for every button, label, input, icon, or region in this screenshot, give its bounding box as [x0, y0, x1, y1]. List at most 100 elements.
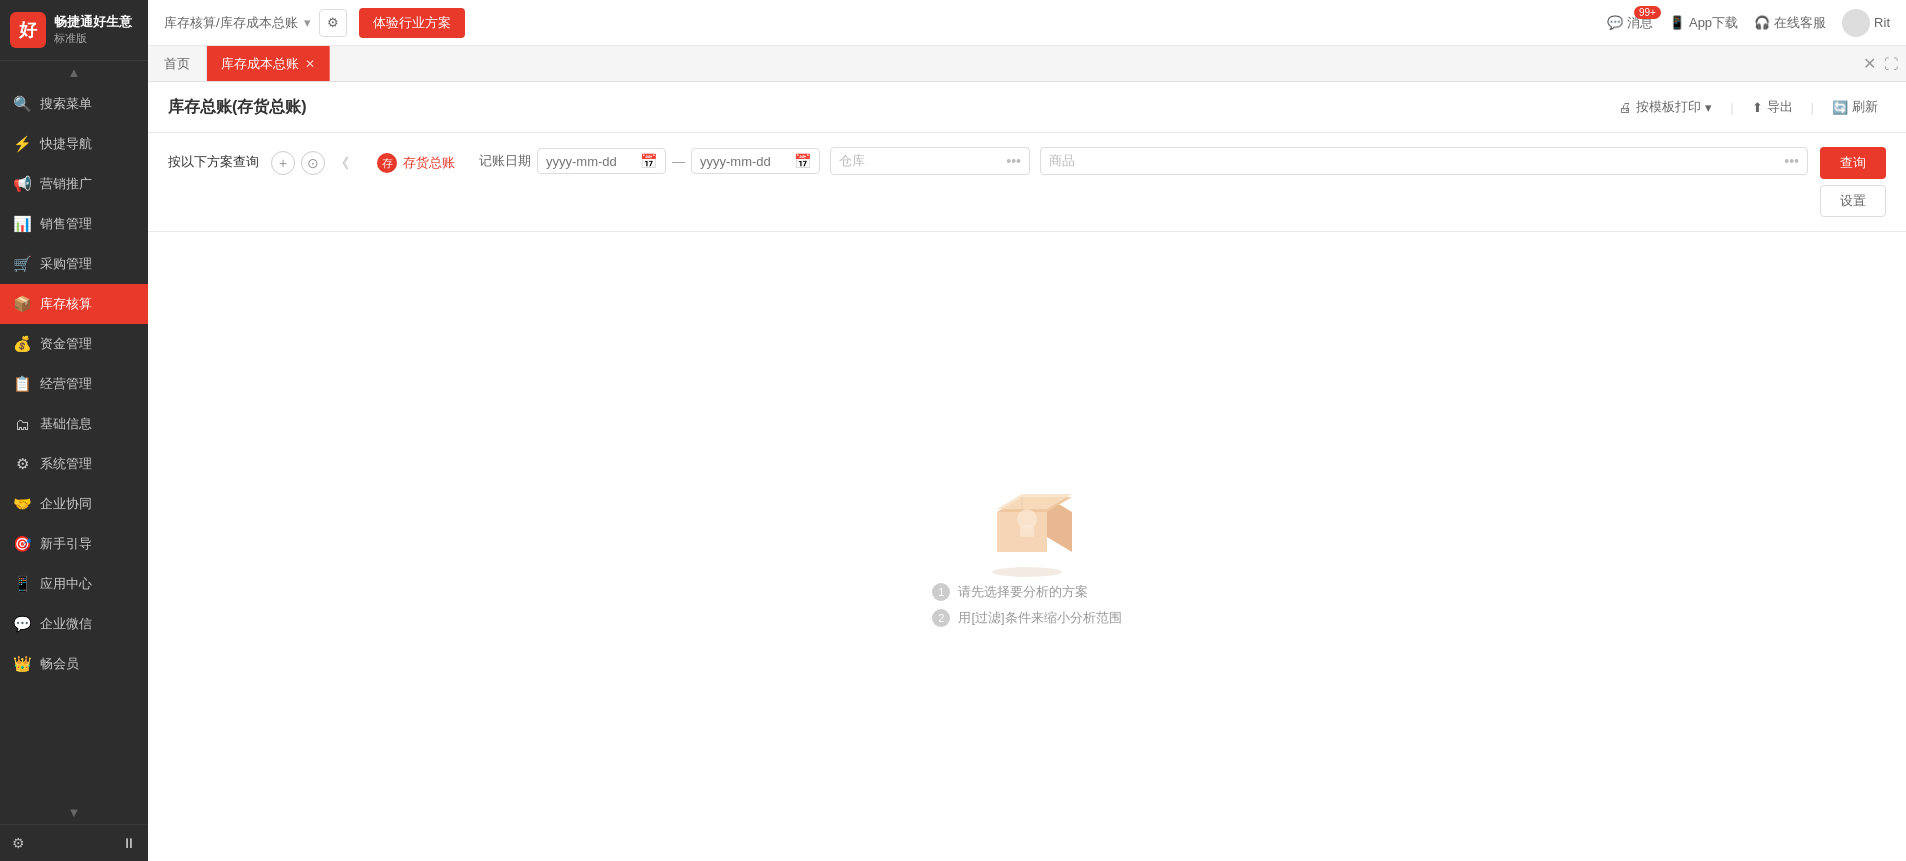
breadcrumb-dropdown-icon[interactable]: ▾	[304, 15, 311, 30]
date-end-field[interactable]	[700, 154, 790, 169]
wechat-icon: 💬	[12, 615, 32, 633]
flash-icon: ⚡	[12, 135, 32, 153]
sidebar-item-shortcut[interactable]: ⚡ 快捷导航	[0, 124, 148, 164]
username-label: Rit	[1874, 15, 1890, 30]
sidebar-item-marketing[interactable]: 📢 营销推广	[0, 164, 148, 204]
filter-add-btn[interactable]: +	[271, 151, 295, 175]
headset-icon: 🎧	[1754, 15, 1770, 30]
product-placeholder: 商品	[1049, 152, 1780, 170]
message-btn[interactable]: 💬 消息 99+	[1607, 14, 1653, 32]
search-icon: 🔍	[12, 95, 32, 113]
crown-icon: 👑	[12, 655, 32, 673]
sidebar-item-enterprise[interactable]: 🤝 企业协同	[0, 484, 148, 524]
sidebar-item-member[interactable]: 👑 畅会员	[0, 644, 148, 684]
settings-btn[interactable]: 设置	[1820, 185, 1886, 217]
warehouse-more-icon[interactable]: •••	[1006, 153, 1021, 169]
scheme-item[interactable]: 存 存货总账	[365, 147, 467, 179]
data-area: 1 请先选择要分析的方案 2 用[过滤]条件来缩小分析范围	[148, 232, 1906, 861]
tab-label: 库存成本总账	[221, 55, 299, 73]
header-settings-btn[interactable]: ⚙	[319, 9, 347, 37]
avatar	[1842, 9, 1870, 37]
sidebar-item-sales[interactable]: 📊 销售管理	[0, 204, 148, 244]
date-start-input[interactable]: 📅	[537, 148, 666, 174]
sidebar: 好 畅捷通好生意 标准版 ▲ 🔍 搜索菜单 ⚡ 快捷导航 📢 营销推广 📊 销售…	[0, 0, 148, 861]
app-edition: 标准版	[54, 31, 132, 45]
industry-btn[interactable]: 体验行业方案	[359, 8, 465, 38]
handshake-icon: 🤝	[12, 495, 32, 513]
svg-point-0	[992, 567, 1062, 577]
refresh-btn[interactable]: 🔄 刷新	[1824, 94, 1886, 120]
sidebar-audio-btn[interactable]: ⏸	[122, 835, 136, 851]
calendar-start-icon[interactable]: 📅	[640, 153, 657, 169]
scheme-icon: 存	[377, 153, 397, 173]
cart-icon: 🛒	[12, 255, 32, 273]
hint-1: 1 请先选择要分析的方案	[932, 583, 1121, 601]
box-svg	[977, 467, 1077, 577]
tab-close-btn[interactable]: ✕	[305, 57, 315, 71]
empty-hints: 1 请先选择要分析的方案 2 用[过滤]条件来缩小分析范围	[932, 583, 1121, 627]
sidebar-nav: 🔍 搜索菜单 ⚡ 快捷导航 📢 营销推广 📊 销售管理 🛒 采购管理 📦 库存核…	[0, 84, 148, 801]
hint-num-1: 1	[932, 583, 950, 601]
action-sep-2: |	[1811, 100, 1814, 115]
scheme-label: 存货总账	[403, 154, 455, 172]
query-btn[interactable]: 查询	[1820, 147, 1886, 179]
sidebar-item-operation[interactable]: 📋 经营管理	[0, 364, 148, 404]
settings-icon: ⚙	[327, 15, 339, 30]
top-header: 库存核算/库存成本总账 ▾ ⚙ 体验行业方案 💬 消息 99+ 📱 App下载 …	[148, 0, 1906, 46]
filter-collapse-btn[interactable]: 《	[331, 151, 353, 173]
clipboard-icon: 📋	[12, 375, 32, 393]
tab-bar: 首页 库存成本总账 ✕ ✕ ⛶	[148, 46, 1906, 82]
sidebar-item-purchase[interactable]: 🛒 采购管理	[0, 244, 148, 284]
header-left: 库存核算/库存成本总账 ▾ ⚙ 体验行业方案	[164, 8, 1607, 38]
sidebar-item-search[interactable]: 🔍 搜索菜单	[0, 84, 148, 124]
sidebar-item-basic[interactable]: 🗂 基础信息	[0, 404, 148, 444]
target-icon: 🎯	[12, 535, 32, 553]
calendar-end-icon[interactable]: 📅	[794, 153, 811, 169]
filter-fields: 记账日期 📅 — 📅 仓库 •••	[479, 147, 1808, 175]
export-btn[interactable]: ⬆ 导出	[1744, 94, 1801, 120]
box-icon: 📦	[12, 295, 32, 313]
logo-icon: 好	[10, 12, 46, 48]
svg-rect-7	[1020, 525, 1034, 537]
date-end-input[interactable]: 📅	[691, 148, 820, 174]
panel-close-btn[interactable]: ✕	[1863, 54, 1876, 73]
hint-text-1: 请先选择要分析的方案	[958, 583, 1088, 601]
tab-inventory-ledger[interactable]: 库存成本总账 ✕	[207, 46, 330, 81]
warehouse-field[interactable]: 仓库 •••	[830, 147, 1030, 175]
product-more-icon[interactable]: •••	[1784, 153, 1799, 169]
sidebar-item-system[interactable]: ⚙ 系统管理	[0, 444, 148, 484]
hint-2: 2 用[过滤]条件来缩小分析范围	[932, 609, 1121, 627]
sidebar-item-guide[interactable]: 🎯 新手引导	[0, 524, 148, 564]
megaphone-icon: 📢	[12, 175, 32, 193]
empty-illustration: 1 请先选择要分析的方案 2 用[过滤]条件来缩小分析范围	[932, 467, 1121, 627]
export-icon: ⬆	[1752, 100, 1763, 115]
message-badge: 99+	[1634, 6, 1661, 19]
panel-resize-btn[interactable]: ⛶	[1884, 56, 1898, 72]
scroll-up-btn[interactable]: ▲	[0, 61, 148, 84]
mobile-icon: 📱	[12, 575, 32, 593]
sidebar-item-finance[interactable]: 💰 资金管理	[0, 324, 148, 364]
sidebar-item-inventory[interactable]: 📦 库存核算	[0, 284, 148, 324]
empty-box-image	[977, 467, 1077, 567]
product-field[interactable]: 商品 •••	[1040, 147, 1808, 175]
message-icon: 💬	[1607, 15, 1623, 30]
date-separator: —	[672, 154, 685, 169]
scroll-down-btn[interactable]: ▼	[0, 801, 148, 824]
date-field-group: 记账日期 📅 — 📅	[479, 148, 820, 174]
page-header-actions: 🖨 按模板打印 ▾ | ⬆ 导出 | 🔄 刷新	[1611, 94, 1886, 120]
app-download-btn[interactable]: 📱 App下载	[1669, 14, 1738, 32]
user-menu-btn[interactable]: Rit	[1842, 9, 1890, 37]
filter-setting-btn[interactable]: ⊙	[301, 151, 325, 175]
date-start-field[interactable]	[546, 154, 636, 169]
tab-home[interactable]: 首页	[148, 46, 207, 81]
breadcrumb: 库存核算/库存成本总账 ▾	[164, 14, 311, 32]
sidebar-item-app[interactable]: 📱 应用中心	[0, 564, 148, 604]
online-service-btn[interactable]: 🎧 在线客服	[1754, 14, 1826, 32]
sidebar-item-wechat[interactable]: 💬 企业微信	[0, 604, 148, 644]
hint-text-2: 用[过滤]条件来缩小分析范围	[958, 609, 1121, 627]
sidebar-settings-btn[interactable]: ⚙	[12, 835, 25, 851]
chart-icon: 📊	[12, 215, 32, 233]
print-btn[interactable]: 🖨 按模板打印 ▾	[1611, 94, 1720, 120]
app-logo: 好 畅捷通好生意 标准版	[0, 0, 148, 61]
logo-text: 畅捷通好生意 标准版	[54, 14, 132, 45]
